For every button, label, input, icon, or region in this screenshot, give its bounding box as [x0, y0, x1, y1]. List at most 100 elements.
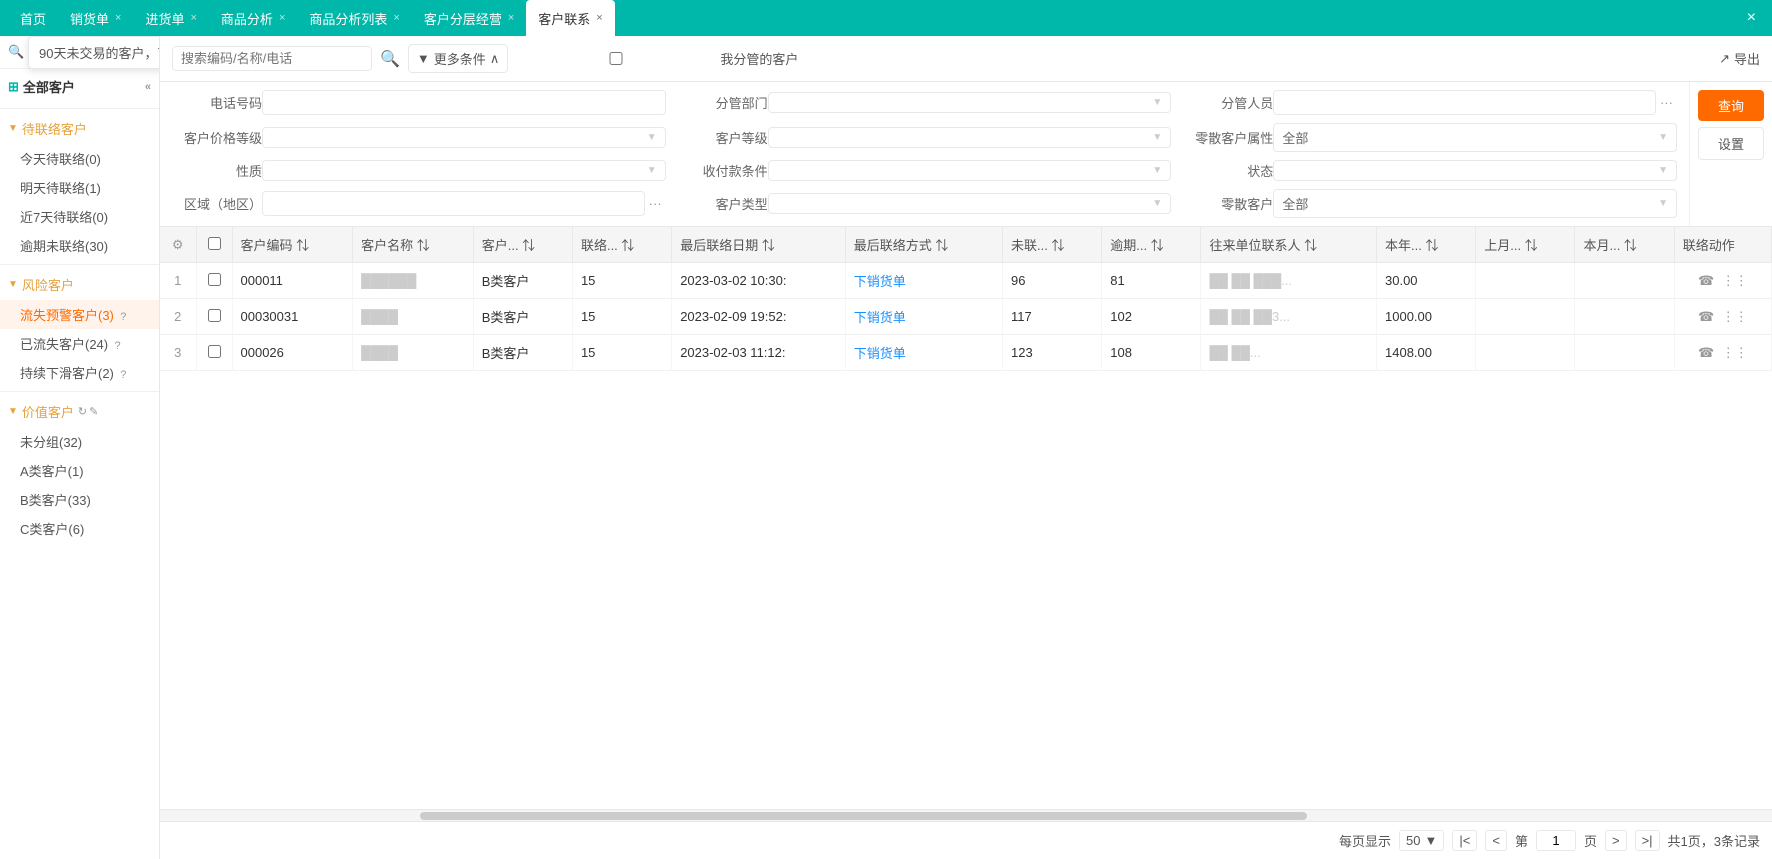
- col-this-year[interactable]: 本年... ⇅: [1377, 227, 1476, 263]
- sidebar-section-value[interactable]: ▼ 价值客户 ↻ ✎: [0, 396, 159, 427]
- prev-page-button[interactable]: <: [1485, 830, 1507, 851]
- sidebar-item-churned[interactable]: 已流失客户(24) ?: [0, 329, 159, 358]
- more-action-icon[interactable]: ⋮⋮: [1722, 309, 1748, 324]
- nav-customer-contact[interactable]: 客户联系 ×: [526, 0, 614, 36]
- nav-home[interactable]: 首页: [8, 0, 58, 36]
- query-button[interactable]: 查询: [1698, 90, 1764, 121]
- payment-select[interactable]: ▼: [768, 160, 1172, 181]
- row-select-checkbox[interactable]: [208, 273, 221, 286]
- nav-product-analysis-list[interactable]: 商品分析列表 ×: [297, 0, 411, 36]
- scrollbar-thumb[interactable]: [420, 812, 1307, 820]
- contact-icon[interactable]: ☎: [1698, 273, 1714, 288]
- col-settings[interactable]: ⚙: [160, 227, 196, 263]
- row-select-checkbox[interactable]: [208, 345, 221, 358]
- close-icon[interactable]: ×: [190, 12, 196, 24]
- edit-icon[interactable]: ✎: [89, 405, 98, 418]
- select-all-checkbox[interactable]: [208, 237, 221, 250]
- settings-icon[interactable]: ⚙: [172, 237, 184, 252]
- col-unit-contact[interactable]: 往来单位联系人 ⇅: [1201, 227, 1377, 263]
- dept-select[interactable]: ▼: [768, 92, 1172, 113]
- close-icon[interactable]: ×: [115, 12, 121, 24]
- page-number-input[interactable]: [1536, 830, 1576, 851]
- col-overdue[interactable]: 逾期... ⇅: [1102, 227, 1201, 263]
- sidebar-section-risk[interactable]: ▼ 风险客户: [0, 269, 159, 300]
- nav-product-analysis[interactable]: 商品分析 ×: [209, 0, 297, 36]
- search-button[interactable]: 🔍: [380, 49, 400, 69]
- collapse-icon[interactable]: «: [145, 81, 151, 93]
- more-icon[interactable]: ···: [1656, 91, 1677, 114]
- sidebar-item-churn-warning[interactable]: 流失预警客户(3) ?: [0, 300, 159, 329]
- close-icon[interactable]: ×: [393, 12, 399, 24]
- price-level-select[interactable]: ▼: [262, 127, 666, 148]
- search-input[interactable]: [172, 46, 372, 71]
- col-contact-count[interactable]: 联络... ⇅: [572, 227, 671, 263]
- sidebar-item-today[interactable]: 今天待联络(0): [0, 144, 159, 173]
- row-action-icons[interactable]: ☎ ⋮⋮: [1674, 335, 1771, 371]
- more-action-icon[interactable]: ⋮⋮: [1722, 345, 1748, 360]
- row-last-contact-method[interactable]: 下销货单: [845, 263, 1002, 299]
- customer-level-select[interactable]: ▼: [768, 127, 1172, 148]
- sidebar-item-overdue[interactable]: 逾期未联络(30): [0, 231, 159, 260]
- nature-select[interactable]: ▼: [262, 160, 666, 181]
- sidebar-item-ungrouped[interactable]: 未分组(32): [0, 427, 159, 456]
- export-button[interactable]: ↗ 导出: [1719, 49, 1760, 68]
- refresh-icon[interactable]: ↻: [78, 405, 87, 418]
- sidebar-item-class-c[interactable]: C类客户(6): [0, 514, 159, 543]
- question-icon[interactable]: ?: [120, 311, 126, 323]
- last-page-button[interactable]: >|: [1635, 830, 1660, 851]
- my-customers-checkbox[interactable]: [516, 52, 716, 65]
- contact-icon[interactable]: ☎: [1698, 345, 1714, 360]
- customer-type-select[interactable]: ▼: [768, 193, 1172, 214]
- question-icon[interactable]: ?: [114, 340, 120, 352]
- row-checkbox[interactable]: [196, 299, 232, 335]
- first-page-button[interactable]: |<: [1452, 830, 1477, 851]
- col-type[interactable]: 客户... ⇅: [473, 227, 572, 263]
- sidebar-item-class-a[interactable]: A类客户(1): [0, 456, 159, 485]
- retail-customer-select[interactable]: 全部 ▼: [1273, 189, 1677, 218]
- row-action-icons[interactable]: ☎ ⋮⋮: [1674, 299, 1771, 335]
- more-icon[interactable]: ···: [645, 192, 666, 215]
- row-last-contact-method[interactable]: 下销货单: [845, 299, 1002, 335]
- close-icon[interactable]: ×: [279, 12, 285, 24]
- status-select[interactable]: ▼: [1273, 160, 1677, 181]
- more-action-icon[interactable]: ⋮⋮: [1722, 273, 1748, 288]
- close-icon[interactable]: ×: [596, 12, 602, 24]
- nav-customer-tier[interactable]: 客户分层经营 ×: [412, 0, 526, 36]
- contact-icon[interactable]: ☎: [1698, 309, 1714, 324]
- sidebar-item-tomorrow[interactable]: 明天待联络(1): [0, 173, 159, 202]
- row-last-month: [1476, 299, 1575, 335]
- my-customers-checkbox-label[interactable]: 我分管的客户: [516, 49, 798, 68]
- col-last-method[interactable]: 最后联络方式 ⇅: [845, 227, 1002, 263]
- retail-attr-select[interactable]: 全部 ▼: [1273, 123, 1677, 152]
- row-checkbox[interactable]: [196, 263, 232, 299]
- nav-sales-order[interactable]: 销货单 ×: [58, 0, 133, 36]
- col-no-contact[interactable]: 未联... ⇅: [1003, 227, 1102, 263]
- phone-input[interactable]: [262, 90, 666, 115]
- region-input[interactable]: [262, 191, 645, 216]
- col-last-date[interactable]: 最后联络日期 ⇅: [672, 227, 846, 263]
- more-conditions-button[interactable]: ▼ 更多条件 ∧: [408, 44, 508, 73]
- sidebar-item-7days[interactable]: 近7天待联络(0): [0, 202, 159, 231]
- sidebar-item-class-b[interactable]: B类客户(33): [0, 485, 159, 514]
- col-name[interactable]: 客户名称 ⇅: [353, 227, 474, 263]
- nav-purchase-order[interactable]: 进货单 ×: [133, 0, 208, 36]
- row-action-icons[interactable]: ☎ ⋮⋮: [1674, 263, 1771, 299]
- person-input[interactable]: [1273, 90, 1656, 115]
- question-icon[interactable]: ?: [120, 369, 126, 381]
- next-page-button[interactable]: >: [1605, 830, 1627, 851]
- row-checkbox[interactable]: [196, 335, 232, 371]
- horizontal-scrollbar[interactable]: [160, 809, 1772, 821]
- row-select-checkbox[interactable]: [208, 309, 221, 322]
- col-last-month[interactable]: 上月... ⇅: [1476, 227, 1575, 263]
- per-page-select[interactable]: 50 ▼: [1399, 830, 1444, 851]
- col-code[interactable]: 客户编码 ⇅: [232, 227, 353, 263]
- row-last-contact-method[interactable]: 下销货单: [845, 335, 1002, 371]
- close-icon[interactable]: ×: [508, 12, 514, 24]
- chevron-down-icon: ▼: [1152, 198, 1162, 209]
- sidebar-item-declining[interactable]: 持续下滑客户(2) ?: [0, 358, 159, 387]
- all-customers-header[interactable]: ⊞ 全部客户 «: [0, 69, 159, 104]
- settings-button[interactable]: 设置: [1698, 127, 1764, 160]
- window-close-button[interactable]: ×: [1739, 9, 1764, 27]
- sidebar-section-pending[interactable]: ▼ 待联络客户: [0, 113, 159, 144]
- col-this-month[interactable]: 本月... ⇅: [1575, 227, 1674, 263]
